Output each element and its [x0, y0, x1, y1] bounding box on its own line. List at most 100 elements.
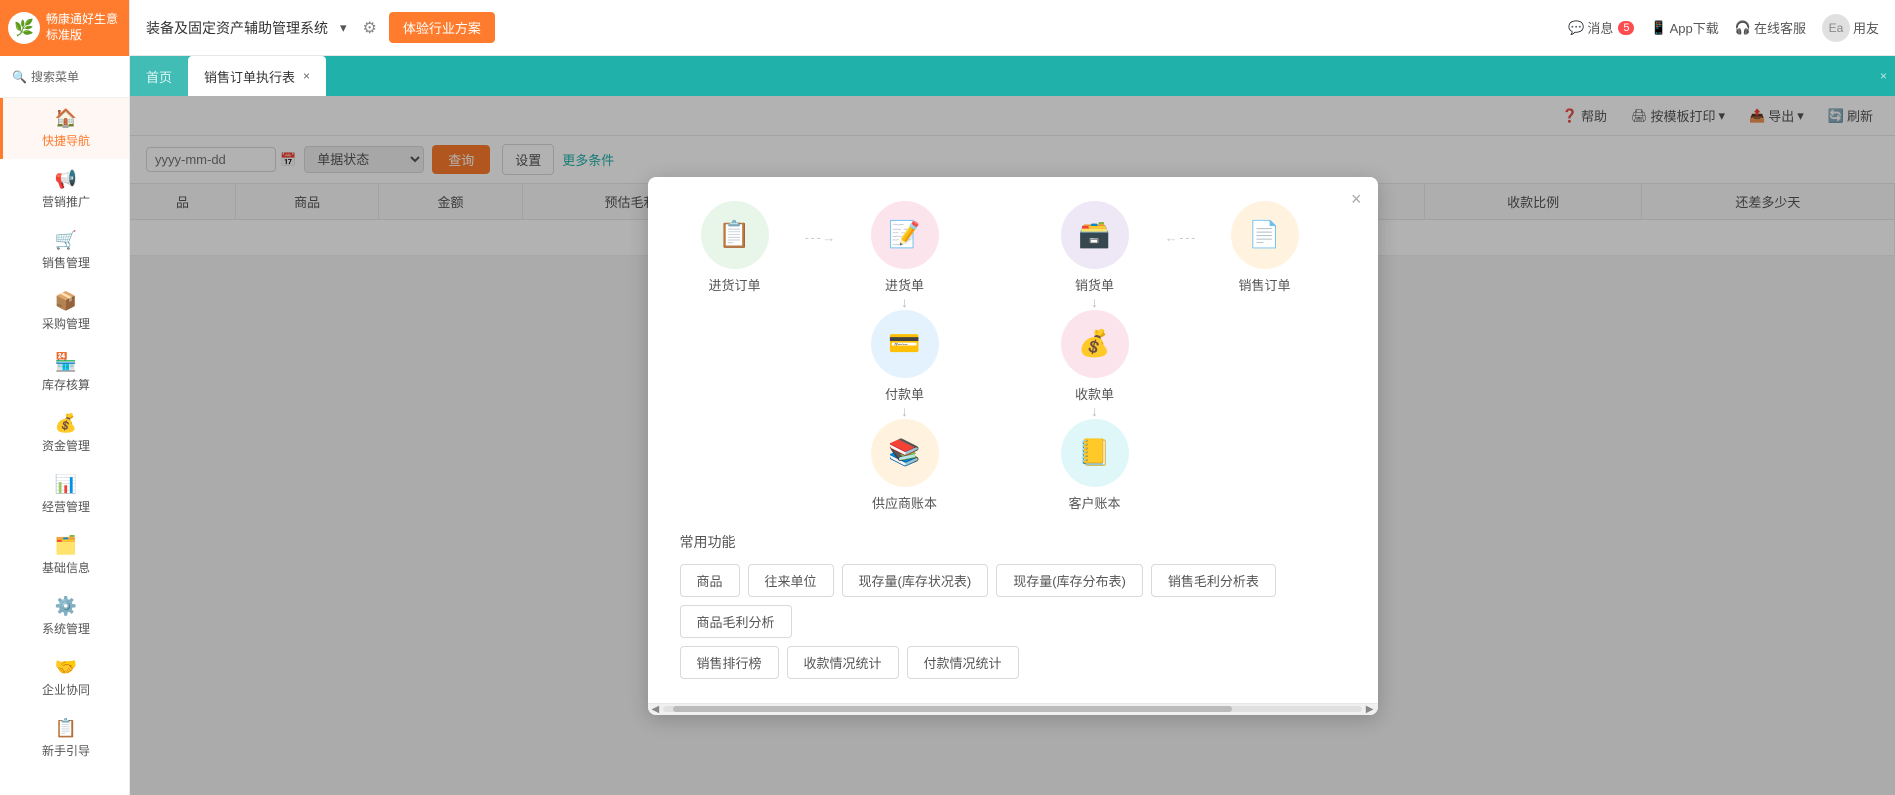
func-btn-goods-profit[interactable]: 商品毛利分析	[680, 605, 792, 638]
supplier-ledger-label: 供应商账本	[872, 493, 937, 512]
trial-button[interactable]: 体验行业方案	[389, 12, 495, 43]
gear-icon: ⚙️	[55, 596, 77, 617]
purchase-bill-circle: 📝	[871, 201, 939, 269]
common-functions-title: 常用功能	[680, 532, 1346, 552]
flow-node-supplier-ledger[interactable]: 📚 供应商账本	[850, 419, 960, 512]
sidebar-item-sales[interactable]: 🛒 销售管理	[0, 220, 129, 281]
message-icon: 💬	[1568, 20, 1584, 36]
flow-node-sales-order[interactable]: 📄 销售订单	[1210, 201, 1320, 294]
sidebar-item-enterprise[interactable]: 🤝 企业协同	[0, 647, 129, 708]
modal-close-button[interactable]: ×	[1351, 189, 1362, 210]
main-area: 装备及固定资产辅助管理系统 ▾ ⚙ 体验行业方案 💬 消息 5 📱 App下载 …	[130, 0, 1895, 795]
tab-bar-close-icon[interactable]: ×	[1880, 69, 1887, 83]
modal-body: 📋 进货订单 - - - → 📝 进货单	[648, 177, 1378, 703]
sales-order-circle: 📄	[1231, 201, 1299, 269]
chart-icon: 📊	[55, 474, 77, 495]
online-service-button[interactable]: 🎧 在线客服	[1735, 18, 1806, 37]
flow-node-purchase-bill[interactable]: 📝 进货单	[850, 201, 960, 294]
app-download-button[interactable]: 📱 App下载	[1650, 18, 1718, 37]
receipt-bill-circle: 💰	[1061, 310, 1129, 378]
sidebar-item-inventory[interactable]: 🏪 库存核算	[0, 342, 129, 403]
topbar: 装备及固定资产辅助管理系统 ▾ ⚙ 体验行业方案 💬 消息 5 📱 App下载 …	[130, 0, 1895, 56]
sidebar-item-operations[interactable]: 📊 经营管理	[0, 464, 129, 525]
box-icon: 📦	[55, 291, 77, 312]
scroll-right-icon[interactable]: ▶	[1366, 704, 1374, 715]
handshake-icon: 🤝	[55, 657, 77, 678]
flow-node-receipt-bill[interactable]: 💰 收款单	[1040, 310, 1150, 403]
arrow-down-receipt: ↓	[1091, 403, 1098, 419]
sidebar-item-finance[interactable]: 💰 资金管理	[0, 403, 129, 464]
receipt-bill-label: 收款单	[1075, 384, 1114, 403]
flow-node-payment-bill[interactable]: 💳 付款单	[850, 310, 960, 403]
system-dropdown[interactable]: ▾	[340, 20, 347, 36]
modal-overlay[interactable]: × 📋 进货订单 - -	[130, 96, 1895, 795]
func-btn-contacts[interactable]: 往来单位	[748, 564, 834, 597]
system-title: 装备及固定资产辅助管理系统	[146, 18, 328, 38]
tabbar: 首页 销售订单执行表 × ×	[130, 56, 1895, 96]
arrow-down-purchase-bill: ↓	[901, 294, 908, 310]
content-area: ❓ 帮助 🖨 按模板打印 ▾ 📤 导出 ▾ 🔄	[130, 96, 1895, 795]
sales-order-label: 销售订单	[1238, 275, 1290, 294]
func-btn-sales-rank[interactable]: 销售排行榜	[680, 646, 779, 679]
func-buttons-row1: 商品 往来单位 现存量(库存状况表) 现存量(库存分布表) 销售毛利分析表 商品…	[680, 564, 1346, 638]
common-functions-section: 常用功能 商品 往来单位 现存量(库存状况表) 现存量(库存分布表) 销售毛利分…	[680, 532, 1346, 679]
headset-icon: 🎧	[1735, 20, 1751, 36]
sidebar-search-area: 🔍 搜索菜单	[0, 56, 129, 98]
folder-icon: 🗂️	[55, 535, 77, 556]
func-btn-goods[interactable]: 商品	[680, 564, 740, 597]
sales-bill-circle: 🗃️	[1061, 201, 1129, 269]
func-buttons-row2: 销售排行榜 收款情况统计 付款情况统计	[680, 646, 1346, 679]
logo-text: 畅康通好生意 标准版	[46, 12, 118, 43]
func-btn-stock-status[interactable]: 现存量(库存状况表)	[842, 564, 989, 597]
tab-home[interactable]: 首页	[130, 56, 188, 96]
sidebar-logo: 🌿 畅康通好生意 标准版	[0, 0, 129, 56]
sidebar-nav: 🏠 快捷导航 📢 营销推广 🛒 销售管理 📦 采购管理 🏪 库存核算 💰	[0, 98, 129, 795]
func-btn-receipt-stats[interactable]: 收款情况统计	[787, 646, 899, 679]
sidebar-item-quick-nav[interactable]: 🏠 快捷导航	[0, 98, 129, 159]
scroll-left-icon[interactable]: ◀	[652, 704, 660, 715]
download-icon: 📱	[1650, 20, 1666, 36]
col-purchase-bill-down: ↓ 💳 付款单 ↓ 📚	[850, 294, 960, 512]
arrow-down-sales-bill: ↓	[1091, 294, 1098, 310]
func-btn-payment-stats[interactable]: 付款情况统计	[907, 646, 1019, 679]
megaphone-icon: 📢	[55, 169, 77, 190]
sidebar-item-purchase[interactable]: 📦 采购管理	[0, 281, 129, 342]
chevron-down-icon: ▾	[340, 20, 347, 36]
customer-ledger-label: 客户账本	[1068, 493, 1120, 512]
logo-icon: 🌿	[8, 12, 40, 44]
flow-node-customer-ledger[interactable]: 📒 客户账本	[1040, 419, 1150, 512]
purchase-bill-label: 进货单	[885, 275, 924, 294]
tab-sales-order[interactable]: 销售订单执行表 ×	[188, 56, 326, 96]
arrow-sales-order-to-bill: ← - - -	[1150, 230, 1210, 245]
func-btn-stock-dist[interactable]: 现存量(库存分布表)	[996, 564, 1143, 597]
func-btn-sales-profit[interactable]: 销售毛利分析表	[1151, 564, 1276, 597]
flow-node-sales-bill[interactable]: 🗃️ 销货单	[1040, 201, 1150, 294]
modal-dialog: × 📋 进货订单 - -	[648, 177, 1378, 715]
sidebar-item-base-info[interactable]: 🗂️ 基础信息	[0, 525, 129, 586]
sidebar-item-system[interactable]: ⚙️ 系统管理	[0, 586, 129, 647]
scrollbar-thumb	[673, 706, 1232, 712]
payment-bill-label: 付款单	[885, 384, 924, 403]
search-menu-button[interactable]: 🔍 搜索菜单	[8, 64, 121, 89]
supplier-ledger-circle: 📚	[871, 419, 939, 487]
message-badge: 5	[1618, 21, 1634, 35]
arrow-down-payment: ↓	[901, 403, 908, 419]
sidebar-item-marketing[interactable]: 📢 营销推广	[0, 159, 129, 220]
store-icon: 🏪	[55, 352, 77, 373]
user-profile-button[interactable]: Ea 用友	[1822, 14, 1879, 42]
payment-bill-circle: 💳	[871, 310, 939, 378]
sales-bill-label: 销货单	[1075, 275, 1114, 294]
clipboard-icon: 📋	[55, 718, 77, 739]
scrollbar-track	[663, 706, 1362, 712]
flow-node-purchase-order[interactable]: 📋 进货订单	[680, 201, 790, 294]
purchase-order-label: 进货订单	[708, 275, 760, 294]
message-button[interactable]: 💬 消息 5	[1568, 18, 1634, 37]
avatar: Ea	[1822, 14, 1850, 42]
settings-gear-icon[interactable]: ⚙	[363, 18, 377, 38]
sidebar-item-newbie[interactable]: 📋 新手引导	[0, 708, 129, 769]
modal-scrollbar: ◀ ▶	[648, 703, 1378, 715]
money-icon: 💰	[55, 413, 77, 434]
topbar-right: 💬 消息 5 📱 App下载 🎧 在线客服 Ea 用友	[1568, 14, 1879, 42]
col-sales-bill-down: ↓ 💰 收款单 ↓ 📒	[1040, 294, 1150, 512]
tab-close-icon[interactable]: ×	[303, 69, 310, 83]
